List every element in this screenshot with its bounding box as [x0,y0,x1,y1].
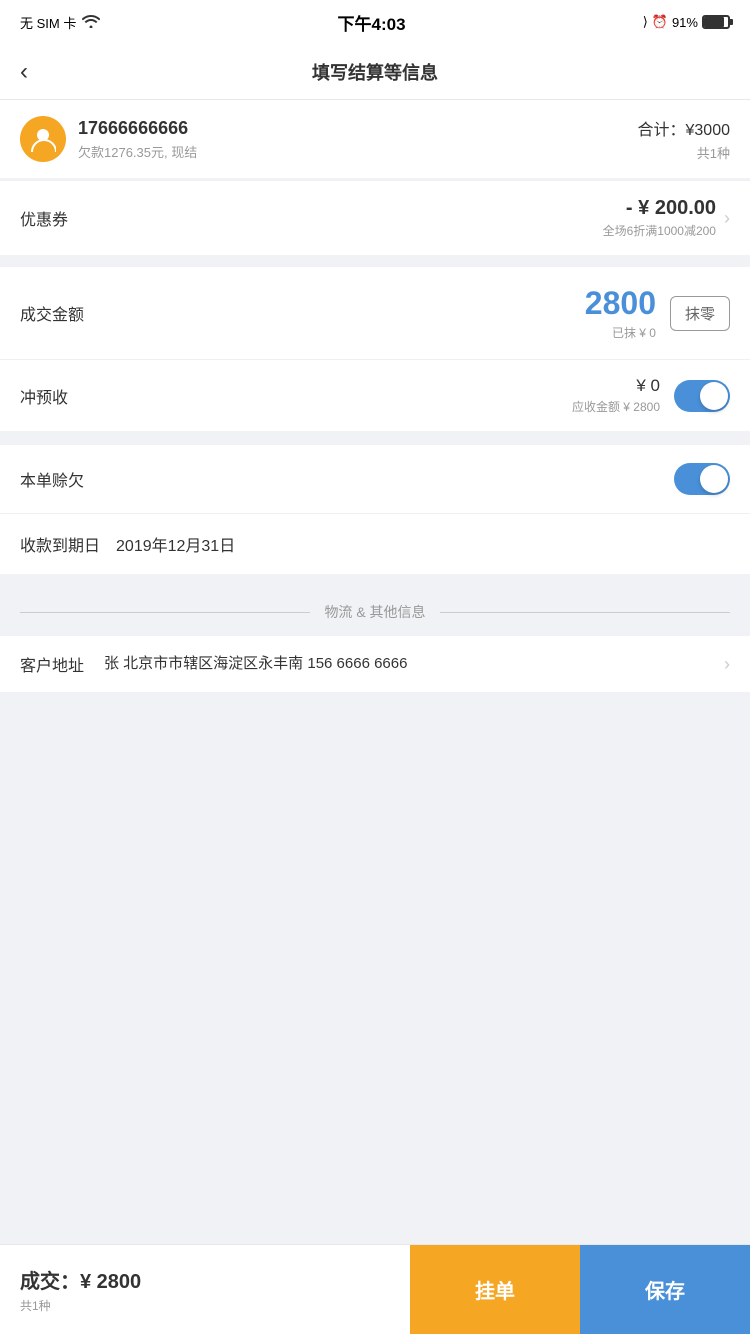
battery-icon [702,15,730,29]
customer-card: 17666666666 欠款1276.35元, 现结 合计：¥3000 共1种 [0,100,750,178]
bottom-deal-label: 成交： [20,1271,80,1293]
section-divider-2 [0,433,750,445]
wifi-icon [82,14,100,31]
deal-label: 成交金额 [20,301,84,325]
prepay-label: 冲预收 [20,384,68,408]
coupon-main-amount: - ¥ 200.00 [603,197,716,220]
bottom-spacer [0,692,750,812]
back-button[interactable]: ‹ [20,58,60,86]
amount-row: 成交金额 2800 已抹 ¥ 0 抹零 [0,267,750,359]
toggle-knob [700,382,728,410]
customer-info: 17666666666 欠款1276.35元, 现结 [78,118,197,161]
amount-right: 2800 已抹 ¥ 0 抹零 [585,285,730,341]
deal-value: 2800 [585,285,656,322]
coupon-row[interactable]: 优惠券 - ¥ 200.00 全场6折满1000减200 › [0,180,750,255]
avatar [20,116,66,162]
debt-label: 本单赊欠 [20,467,84,491]
nav-bar: ‹ 填写结算等信息 [0,44,750,100]
customer-sub: 欠款1276.35元, 现结 [78,142,197,161]
address-chevron-icon: › [724,654,730,675]
bottom-deal-amount: 成交：¥ 2800 [20,1265,390,1294]
prepay-sub: 应收金额 ¥ 2800 [572,398,660,415]
bottom-count: 共1种 [20,1297,390,1314]
coupon-amount: - ¥ 200.00 全场6折满1000减200 [603,197,716,239]
bottom-info: 成交：¥ 2800 共1种 [0,1265,410,1314]
round-button[interactable]: 抹零 [670,296,730,331]
item-count: 共1种 [637,143,730,162]
section-divider-3 [0,576,750,588]
deal-section: 成交金额 2800 已抹 ¥ 0 抹零 冲预收 ¥ 0 应收金额 ¥ 2800 [0,267,750,431]
total-amount: 合计：¥3000 [637,116,730,140]
bottom-bar: 成交：¥ 2800 共1种 挂单 保存 [0,1244,750,1334]
content-area: 17666666666 欠款1276.35元, 现结 合计：¥3000 共1种 … [0,100,750,902]
debt-section: 本单赊欠 收款到期日 2019年12月31日 [0,445,750,574]
prepay-value-block: ¥ 0 应收金额 ¥ 2800 [572,376,660,415]
logistics-line-left [20,612,310,613]
deal-value-block: 2800 已抹 ¥ 0 [585,285,656,341]
customer-phone: 17666666666 [78,118,197,139]
logistics-text: 物流 & 其他信息 [324,602,425,622]
due-date-label: 收款到期日 [20,532,100,556]
location-icon: ⟩ [643,14,648,30]
logistics-header: 物流 & 其他信息 [0,588,750,636]
address-row[interactable]: 客户地址 张 北京市市辖区海淀区永丰南 156 6666 6666 › [0,636,750,692]
page-title: 填写结算等信息 [312,59,438,85]
section-divider-1 [0,255,750,267]
pending-button[interactable]: 挂单 [410,1245,580,1334]
debt-toggle[interactable] [674,463,730,495]
status-bar: 无 SIM 卡 下午4:03 ⟩ ⏰ 91% [0,0,750,44]
debt-toggle-knob [700,465,728,493]
due-date-value: 2019年12月31日 [116,532,235,556]
prepay-amount: ¥ 0 [572,376,660,396]
no-sim-text: 无 SIM 卡 [20,13,76,32]
prepay-right: ¥ 0 应收金额 ¥ 2800 [572,376,730,415]
save-button[interactable]: 保存 [580,1245,750,1334]
chevron-right-icon: › [724,208,730,229]
status-right: ⟩ ⏰ 91% [643,14,730,30]
coupon-right: - ¥ 200.00 全场6折满1000减200 › [603,197,730,239]
alarm-icon: ⏰ [652,14,668,30]
prepay-row: 冲预收 ¥ 0 应收金额 ¥ 2800 [0,359,750,431]
bottom-deal-value: ¥ 2800 [80,1271,141,1293]
prepay-toggle[interactable] [674,380,730,412]
status-time: 下午4:03 [338,10,406,35]
address-label: 客户地址 [20,652,84,676]
customer-total: 合计：¥3000 共1种 [637,116,730,162]
due-date-row: 收款到期日 2019年12月31日 [0,513,750,574]
address-value: 张 北京市市辖区海淀区永丰南 156 6666 6666 [104,653,716,676]
logistics-line-right [440,612,730,613]
battery-percent: 91% [672,15,698,30]
customer-left: 17666666666 欠款1276.35元, 现结 [20,116,197,162]
status-left: 无 SIM 卡 [20,13,100,32]
coupon-sub-amount: 全场6折满1000减200 [603,222,716,239]
deal-sub: 已抹 ¥ 0 [585,324,656,341]
coupon-label: 优惠券 [20,206,68,230]
debt-row: 本单赊欠 [0,445,750,513]
